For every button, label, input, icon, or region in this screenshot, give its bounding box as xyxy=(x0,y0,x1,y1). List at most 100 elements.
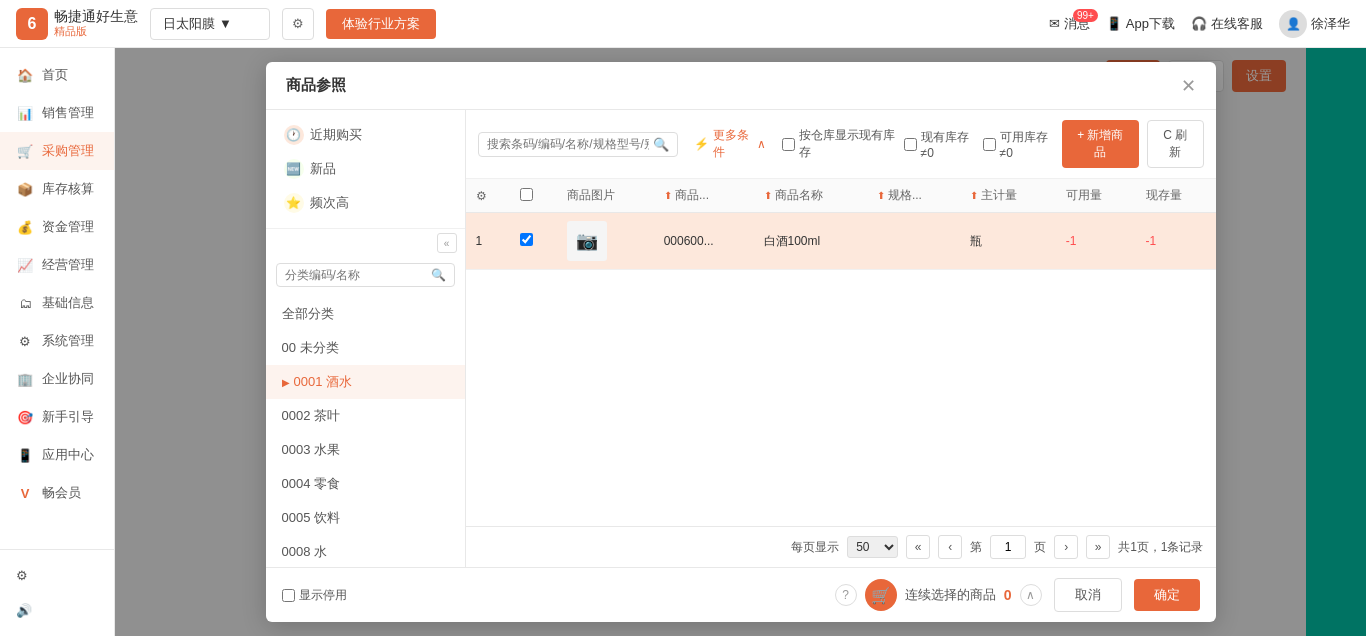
user-item[interactable]: 👤 徐泽华 xyxy=(1279,10,1350,38)
by-warehouse-input[interactable] xyxy=(782,138,795,151)
collapse-footer-icon[interactable]: ∧ xyxy=(1020,584,1042,606)
experience-button[interactable]: 体验行业方案 xyxy=(326,9,436,39)
app-download-item[interactable]: 📱 App下载 xyxy=(1106,15,1175,33)
available-input[interactable] xyxy=(983,138,996,151)
checkbox-existing[interactable]: 现有库存≠0 xyxy=(904,129,975,160)
toolbar-right: + 新增商品 C 刷新 xyxy=(1062,120,1204,168)
collapse-panel-btn[interactable]: « xyxy=(437,233,457,253)
cat-0003-label: 0003 水果 xyxy=(282,441,341,459)
sidebar-label-guide: 新手引导 xyxy=(42,408,94,426)
sidebar-item-member[interactable]: V 畅会员 xyxy=(0,474,114,512)
quick-filter-new[interactable]: 🆕 新品 xyxy=(274,152,457,186)
product-image: 📷 xyxy=(567,221,607,261)
cat-all[interactable]: 全部分类 xyxy=(266,297,465,331)
th-unit[interactable]: ⬆ 主计量 xyxy=(960,179,1056,213)
checkbox-available[interactable]: 可用库存≠0 xyxy=(983,129,1054,160)
modal-footer: 显示停用 ? 🛒 连续选择的商品 0 ∧ 取消 确定 xyxy=(266,567,1216,622)
cat-0008[interactable]: 0008 水 xyxy=(266,535,465,559)
store-selector[interactable]: 日太阳膜 ▼ xyxy=(150,8,270,40)
sidebar-item-purchase[interactable]: 🛒 采购管理 xyxy=(0,132,114,170)
sidebar-item-sales[interactable]: 📊 销售管理 xyxy=(0,94,114,132)
cat-0004[interactable]: 0004 零食 xyxy=(266,467,465,501)
refresh-button[interactable]: C 刷新 xyxy=(1147,120,1203,168)
confirm-button[interactable]: 确定 xyxy=(1134,579,1200,611)
message-item[interactable]: ✉ 消息 99+ xyxy=(1049,15,1090,33)
cancel-button[interactable]: 取消 xyxy=(1054,578,1122,612)
modal-close-icon[interactable]: ✕ xyxy=(1181,77,1196,95)
inventory-icon: 📦 xyxy=(16,180,34,198)
row-checkbox-cell xyxy=(510,213,557,270)
available-label: 可用库存≠0 xyxy=(1000,129,1054,160)
row-code: 000600... xyxy=(654,213,754,270)
quick-filter-frequent[interactable]: ⭐ 频次高 xyxy=(274,186,457,220)
sidebar-item-business[interactable]: 📈 经营管理 xyxy=(0,246,114,284)
sort-unit-icon: ⬆ xyxy=(970,190,978,201)
quick-filter-recent[interactable]: 🕐 近期购买 xyxy=(274,118,457,152)
sidebar-label-apps: 应用中心 xyxy=(42,446,94,464)
row-img-cell: 📷 xyxy=(557,213,654,270)
select-all-checkbox[interactable] xyxy=(520,188,533,201)
checkbox-by-warehouse[interactable]: 按仓库显示现有库存 xyxy=(782,127,895,161)
online-service-item[interactable]: 🎧 在线客服 xyxy=(1191,15,1263,33)
page-size-label: 每页显示 xyxy=(791,539,839,556)
settings-icon[interactable]: ⚙ xyxy=(282,8,314,40)
prev-page-btn[interactable]: ‹ xyxy=(938,535,962,559)
sidebar-item-enterprise[interactable]: 🏢 企业协同 xyxy=(0,360,114,398)
sidebar-collapse-btn[interactable]: 🔊 xyxy=(0,593,114,628)
existing-input[interactable] xyxy=(904,138,917,151)
col-settings-icon[interactable]: ⚙ xyxy=(476,189,487,203)
settings2-icon: ⚙ xyxy=(16,568,28,583)
next-page-btn[interactable]: › xyxy=(1054,535,1078,559)
enterprise-icon: 🏢 xyxy=(16,370,34,388)
product-toolbar: 🔍 ⚡ 更多条件 ∧ 按仓库显示现有库存 xyxy=(466,110,1216,179)
more-filters-btn[interactable]: ⚡ 更多条件 ∧ xyxy=(686,123,775,165)
headset-icon: 🎧 xyxy=(1191,16,1207,31)
cat-0005[interactable]: 0005 饮料 xyxy=(266,501,465,535)
store-name: 日太阳膜 xyxy=(163,15,215,33)
sidebar-item-basic[interactable]: 🗂 基础信息 xyxy=(0,284,114,322)
sidebar-item-finance[interactable]: 💰 资金管理 xyxy=(0,208,114,246)
modal-title: 商品参照 xyxy=(286,76,346,95)
disabled-input[interactable] xyxy=(282,589,295,602)
first-page-btn[interactable]: « xyxy=(906,535,930,559)
sidebar-item-home[interactable]: 🏠 首页 xyxy=(0,56,114,94)
sidebar-item-system[interactable]: ⚙ 系统管理 xyxy=(0,322,114,360)
sidebar-item-apps[interactable]: 📱 应用中心 xyxy=(0,436,114,474)
page-size-select[interactable]: 50 100 200 xyxy=(847,536,898,558)
category-search-input[interactable] xyxy=(285,268,427,282)
row-spec xyxy=(867,213,960,270)
last-page-btn[interactable]: » xyxy=(1086,535,1110,559)
brand-info: 畅捷通好生意 精品版 xyxy=(54,8,138,40)
cat-0001[interactable]: ▶ 0001 酒水 xyxy=(266,365,465,399)
page-label: 第 xyxy=(970,539,982,556)
table-row[interactable]: 1 📷 000600... 白酒100ml xyxy=(466,213,1216,270)
th-name[interactable]: ⬆ 商品名称 xyxy=(754,179,867,213)
sidebar-label-system: 系统管理 xyxy=(42,332,94,350)
cat-00[interactable]: 00 未分类 xyxy=(266,331,465,365)
row-checkbox[interactable] xyxy=(520,233,533,246)
nav-right: ✉ 消息 99+ 📱 App下载 🎧 在线客服 👤 徐泽华 xyxy=(1049,10,1350,38)
quick-filters: 🕐 近期购买 🆕 新品 ⭐ 频次高 xyxy=(266,118,465,229)
cat-0003[interactable]: 0003 水果 xyxy=(266,433,465,467)
cat-arrow-icon: ▶ xyxy=(282,377,290,388)
sidebar-label-purchase: 采购管理 xyxy=(42,142,94,160)
sidebar-item-inventory[interactable]: 📦 库存核算 xyxy=(0,170,114,208)
th-spec[interactable]: ⬆ 规格... xyxy=(867,179,960,213)
page-number-input[interactable] xyxy=(990,535,1026,559)
help-icon[interactable]: ? xyxy=(835,584,857,606)
sidebar-settings-btn[interactable]: ⚙ xyxy=(0,558,114,593)
sidebar-item-guide[interactable]: 🎯 新手引导 xyxy=(0,398,114,436)
product-search-input[interactable] xyxy=(487,137,649,151)
th-code[interactable]: ⬆ 商品... xyxy=(654,179,754,213)
frequent-icon: ⭐ xyxy=(284,193,304,213)
filter-arrow-icon: ∧ xyxy=(757,137,766,151)
cart-icon[interactable]: 🛒 xyxy=(865,579,897,611)
sidebar-label-inventory: 库存核算 xyxy=(42,180,94,198)
pagination-bar: 每页显示 50 100 200 « ‹ 第 页 › xyxy=(466,526,1216,567)
show-disabled-checkbox[interactable]: 显示停用 xyxy=(282,587,347,604)
product-search-wrap: 🔍 xyxy=(478,132,678,157)
th-checkbox xyxy=(510,179,557,213)
cat-0002[interactable]: 0002 茶叶 xyxy=(266,399,465,433)
mobile-icon: 📱 xyxy=(1106,16,1122,31)
add-product-button[interactable]: + 新增商品 xyxy=(1062,120,1139,168)
